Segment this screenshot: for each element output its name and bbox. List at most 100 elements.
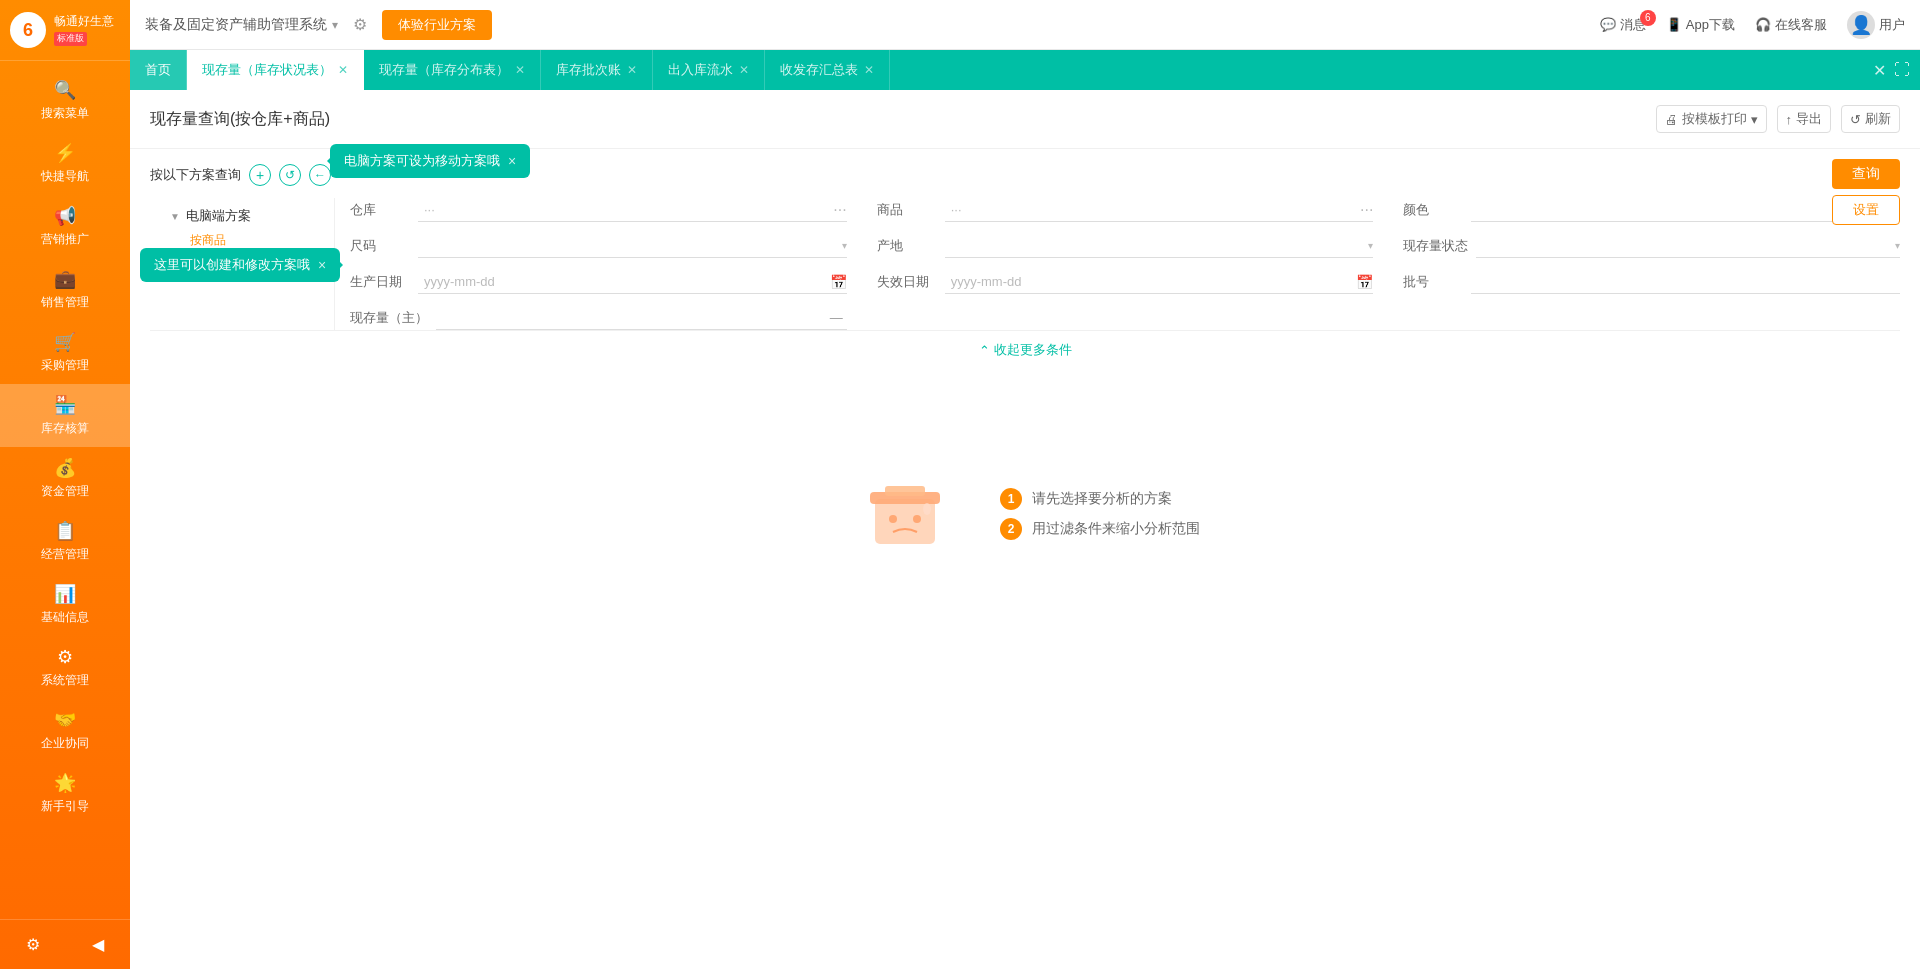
query-btn[interactable]: 查询: [1832, 159, 1900, 189]
app-download-btn[interactable]: 📱 App下载: [1666, 16, 1735, 34]
tab-stock-batch-close[interactable]: ✕: [627, 63, 637, 77]
expiry-date-label: 失效日期: [877, 273, 937, 291]
solution-btn[interactable]: 体验行业方案: [382, 10, 492, 40]
tooltip-pc-close[interactable]: ×: [508, 153, 516, 169]
sidebar-item-sales[interactable]: 💼 销售管理: [0, 258, 130, 321]
sidebar-item-search[interactable]: 🔍 搜索菜单: [0, 69, 130, 132]
goods-input[interactable]: [945, 198, 1360, 221]
tab-in-out-close[interactable]: ✕: [739, 63, 749, 77]
sidebar-item-guide[interactable]: 🌟 新手引导: [0, 762, 130, 825]
pc-scheme-item[interactable]: ▼ 电脑端方案: [170, 203, 324, 229]
batch-no-input[interactable]: [1471, 270, 1900, 293]
scheme-tree-panel: 这里可以创建和修改方案哦 × ▼ 电脑端方案 按商品: [150, 198, 335, 330]
empty-illustration: [855, 464, 955, 564]
tab-home[interactable]: 首页: [130, 50, 187, 90]
sidebar-item-label: 搜索菜单: [41, 105, 89, 122]
tab-bar-actions: ✕ ⛶: [1863, 61, 1920, 80]
phone-icon: 📱: [1666, 17, 1682, 32]
user-area[interactable]: 👤 用户: [1847, 11, 1905, 39]
sidebar-item-purchase[interactable]: 🛒 采购管理: [0, 321, 130, 384]
size-dropdown-icon[interactable]: ▾: [842, 240, 847, 251]
sidebar-nav: 🔍 搜索菜单 ⚡ 快捷导航 📢 营销推广 💼 销售管理 🛒 采购管理 🏪: [0, 61, 130, 919]
collapse-sidebar-btn[interactable]: ◀: [87, 930, 109, 959]
batch-no-field: 批号: [1403, 270, 1900, 294]
tooltip-edit-text: 这里可以创建和修改方案哦: [154, 256, 310, 274]
filter-add-btn[interactable]: +: [249, 164, 271, 186]
warehouse-input-wrap: ···: [418, 198, 847, 222]
topbar-title-area: 装备及固定资产辅助管理系统 ▾: [145, 16, 338, 34]
goods-input-wrap: ···: [945, 198, 1374, 222]
size-input[interactable]: [418, 234, 842, 257]
tab-collect-label: 收发存汇总表: [780, 61, 858, 79]
tab-collect-close[interactable]: ✕: [864, 63, 874, 77]
filter-row-3: 生产日期 📅 失效日期 �: [350, 270, 1900, 294]
empty-state-content: 1 请先选择要分析的方案 2 用过滤条件来缩小分析范围: [850, 459, 1200, 569]
close-all-tabs-btn[interactable]: ✕: [1873, 61, 1886, 80]
sidebar-item-quick[interactable]: ⚡ 快捷导航: [0, 132, 130, 195]
warehouse-dots-icon[interactable]: ···: [833, 201, 846, 219]
maximize-btn[interactable]: ⛶: [1894, 61, 1910, 79]
sidebar-item-inventory[interactable]: 🏪 库存核算: [0, 384, 130, 447]
tab-stock-status[interactable]: 现存量（库存状况表） ✕: [187, 50, 364, 90]
settings-btn[interactable]: 设置: [1832, 195, 1900, 225]
origin-input-wrap: ▾: [945, 234, 1374, 258]
filter-row-4: 现存量（主） —: [350, 306, 1900, 330]
origin-input[interactable]: [945, 234, 1369, 257]
production-date-calendar-icon[interactable]: 📅: [830, 274, 847, 290]
stock-status-input[interactable]: [1476, 234, 1895, 257]
production-date-input[interactable]: [418, 270, 830, 293]
settings-footer-btn[interactable]: ⚙: [21, 930, 45, 959]
filter-section: 查询 设置 按以下方案查询 + ↺ ← 电脑方案可设为移动方案哦 ×: [130, 149, 1920, 379]
sidebar-item-label: 经营管理: [41, 546, 89, 563]
tab-stock-status-label: 现存量（库存状况表）: [202, 61, 332, 79]
expiry-date-input[interactable]: [945, 270, 1357, 293]
sidebar-item-finance[interactable]: 💰 资金管理: [0, 447, 130, 510]
svg-point-4: [913, 515, 921, 523]
warehouse-input[interactable]: [418, 198, 833, 221]
page-title: 现存量查询(按仓库+商品): [150, 109, 330, 130]
batch-no-wrap: [1471, 270, 1900, 294]
message-btn[interactable]: 💬 消息 6: [1600, 16, 1646, 34]
tab-stock-dist-close[interactable]: ✕: [515, 63, 525, 77]
topbar-gear-icon[interactable]: ⚙: [353, 15, 367, 34]
tab-stock-batch[interactable]: 库存批次账 ✕: [541, 50, 653, 90]
tab-stock-batch-label: 库存批次账: [556, 61, 621, 79]
tooltip-edit-close[interactable]: ×: [318, 257, 326, 273]
system-title: 装备及固定资产辅助管理系统: [145, 16, 327, 34]
logo-icon: 6: [10, 12, 46, 48]
sidebar-item-basic[interactable]: 📊 基础信息: [0, 573, 130, 636]
stock-main-wrap: —: [436, 306, 847, 330]
tab-stock-dist[interactable]: 现存量（库存分布表） ✕: [364, 50, 541, 90]
print-template-btn[interactable]: 🖨 按模板打印 ▾: [1656, 105, 1767, 133]
sidebar-item-marketing[interactable]: 📢 营销推广: [0, 195, 130, 258]
export-btn[interactable]: ↑ 导出: [1777, 105, 1832, 133]
size-input-wrap: ▾: [418, 234, 847, 258]
filter-refresh-btn[interactable]: ↺: [279, 164, 301, 186]
expiry-date-wrap: 📅: [945, 270, 1374, 294]
stock-main-label: 现存量（主）: [350, 309, 428, 327]
expiry-date-calendar-icon[interactable]: 📅: [1356, 274, 1373, 290]
tab-in-out[interactable]: 出入库流水 ✕: [653, 50, 765, 90]
collapse-arrow-icon: ⌃: [979, 343, 990, 358]
collapse-bar[interactable]: ⌃ 收起更多条件: [150, 330, 1900, 369]
tab-collect[interactable]: 收发存汇总表 ✕: [765, 50, 890, 90]
step-2-text: 用过滤条件来缩小分析范围: [1032, 520, 1200, 538]
logo-badge: 标准版: [54, 32, 87, 46]
empty-step-1: 1 请先选择要分析的方案: [1000, 488, 1200, 510]
refresh-btn[interactable]: ↺ 刷新: [1841, 105, 1900, 133]
sidebar-item-label: 采购管理: [41, 357, 89, 374]
tab-stock-status-close[interactable]: ✕: [338, 63, 348, 77]
online-support-btn[interactable]: 🎧 在线客服: [1755, 16, 1827, 34]
stock-status-field: 现存量状态 ▾: [1403, 234, 1900, 258]
stock-status-dropdown-icon[interactable]: ▾: [1895, 240, 1900, 251]
filter-back-btn[interactable]: ←: [309, 164, 331, 186]
stock-main-from-input[interactable]: [436, 306, 826, 329]
sidebar-item-operations[interactable]: 📋 经营管理: [0, 510, 130, 573]
size-label: 尺码: [350, 237, 410, 255]
sidebar-item-enterprise[interactable]: 🤝 企业协同: [0, 699, 130, 762]
filter-fields-panel: 仓库 ··· 商品 ···: [335, 198, 1900, 330]
logo-symbol: 6: [23, 20, 33, 41]
sidebar-item-system[interactable]: ⚙ 系统管理: [0, 636, 130, 699]
origin-dropdown-icon[interactable]: ▾: [1368, 240, 1373, 251]
goods-dots-icon[interactable]: ···: [1360, 201, 1373, 219]
